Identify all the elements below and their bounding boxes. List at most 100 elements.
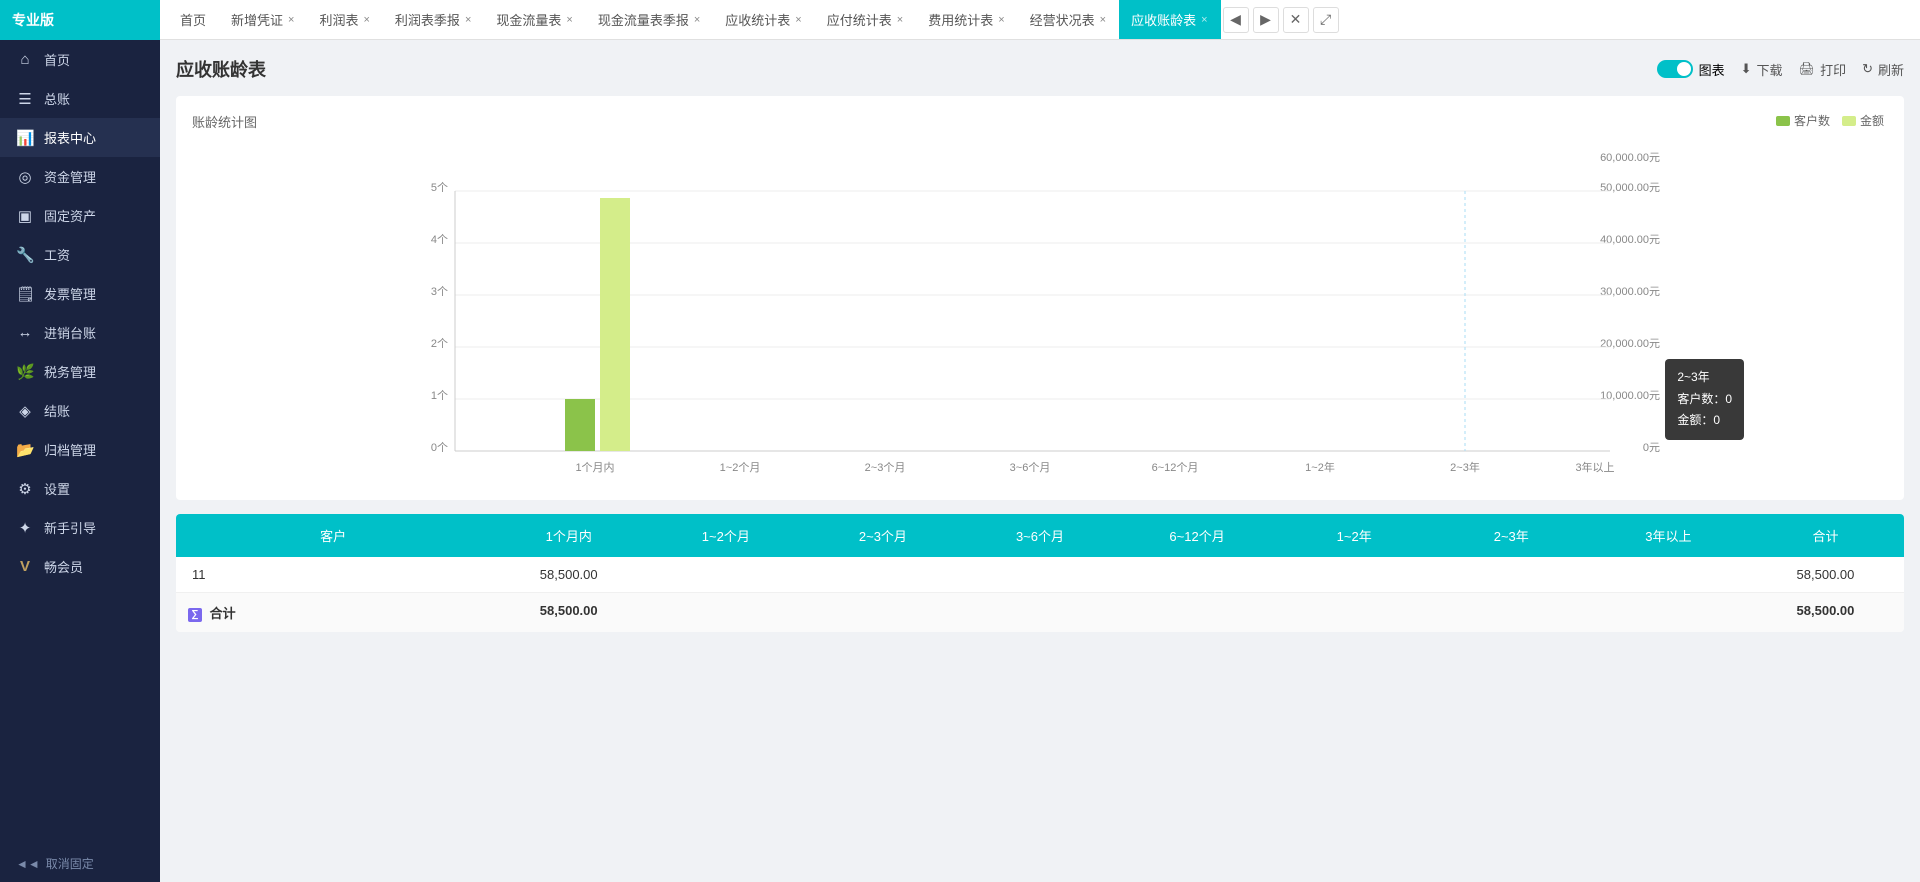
th-m12: 1~2个月: [647, 514, 804, 557]
svg-text:0元: 0元: [1643, 442, 1660, 454]
tab-profit-quarter-close[interactable]: ×: [465, 14, 471, 26]
chart-container: 账龄统计图 客户数 金额 0个 1个 2个 3个 4个 5个: [176, 96, 1904, 500]
sidebar-item-home[interactable]: ⌂ 首页: [0, 40, 160, 79]
tab-home[interactable]: 首页: [168, 0, 219, 39]
td-y23: [1433, 557, 1590, 592]
svg-text:10,000.00元: 10,000.00元: [1600, 390, 1660, 402]
sidebar-item-salary[interactable]: 🔧 工资: [0, 235, 160, 274]
td-total: 58,500.00: [1747, 557, 1904, 592]
sidebar-item-invoice[interactable]: 🗒 发票管理: [0, 274, 160, 313]
toggle-track[interactable]: [1657, 60, 1693, 78]
sidebar-item-archive[interactable]: 📂 归档管理: [0, 430, 160, 469]
sidebar-item-settings[interactable]: ⚙ 设置: [0, 469, 160, 508]
svg-text:4个: 4个: [431, 233, 448, 246]
print-label: 打印: [1820, 60, 1846, 79]
td-y3plus: [1590, 557, 1747, 592]
tab-profit[interactable]: 利润表 ×: [307, 0, 382, 39]
download-icon: ⬇: [1741, 61, 1752, 77]
tab-cashflow-quarter[interactable]: 现金流量表季报 ×: [586, 0, 713, 39]
tab-scroll-left[interactable]: ◀: [1223, 7, 1249, 33]
invoice-icon: 🗒: [16, 285, 34, 303]
tax-icon: 🌿: [16, 363, 34, 381]
td-total-m612: [1119, 593, 1276, 632]
td-total-y12: [1276, 593, 1433, 632]
tab-expand[interactable]: ⤢: [1313, 7, 1339, 33]
refresh-button[interactable]: ↻ 刷新: [1862, 60, 1904, 79]
tab-receivable-stat-close[interactable]: ×: [795, 14, 801, 26]
svg-text:3个: 3个: [431, 285, 448, 298]
chart-title: 账龄统计图: [192, 112, 1888, 131]
download-button[interactable]: ⬇ 下载: [1741, 60, 1783, 79]
sidebar-item-label: 总账: [44, 89, 70, 108]
report-icon: 📊: [16, 129, 34, 147]
tab-expense-stat[interactable]: 费用统计表 ×: [916, 0, 1017, 39]
print-button[interactable]: 🖨 打印: [1799, 60, 1847, 79]
th-m36: 3~6个月: [961, 514, 1118, 557]
inventory-icon: ↔: [16, 324, 34, 341]
legend-amount-color: [1842, 116, 1856, 126]
sidebar-item-label: 工资: [44, 245, 70, 264]
svg-text:6~12个月: 6~12个月: [1152, 461, 1199, 474]
tab-cashflow-quarter-label: 现金流量表季报: [598, 10, 689, 29]
sidebar-item-settle[interactable]: ◈ 结账: [0, 391, 160, 430]
svg-text:40,000.00元: 40,000.00元: [1600, 234, 1660, 246]
tab-scroll-right[interactable]: ▶: [1253, 7, 1279, 33]
tab-voucher[interactable]: 新增凭证 ×: [219, 0, 307, 39]
tab-profit-quarter[interactable]: 利润表季报 ×: [383, 0, 484, 39]
tab-voucher-close[interactable]: ×: [288, 14, 294, 26]
tab-cashflow-close[interactable]: ×: [566, 14, 572, 26]
tab-operation-stat[interactable]: 经营状况表 ×: [1018, 0, 1119, 39]
tab-payable-stat[interactable]: 应付统计表 ×: [815, 0, 916, 39]
sidebar-pin-toggle[interactable]: ◄◄ 取消固定: [0, 845, 160, 882]
bar-customer-1: [565, 399, 595, 451]
tab-profit-quarter-label: 利润表季报: [395, 10, 460, 29]
chart-legend: 客户数 金额: [1776, 112, 1884, 129]
th-y12: 1~2年: [1276, 514, 1433, 557]
download-label: 下载: [1757, 60, 1783, 79]
sidebar-item-label: 新手引导: [44, 518, 96, 537]
sidebar-item-member[interactable]: V 畅会员: [0, 547, 160, 586]
sidebar-item-report[interactable]: 📊 报表中心: [0, 118, 160, 157]
tab-receivable-stat[interactable]: 应收统计表 ×: [713, 0, 814, 39]
sidebar-item-inventory[interactable]: ↔ 进销台账: [0, 313, 160, 352]
sidebar-item-label: 归档管理: [44, 440, 96, 459]
refresh-label: 刷新: [1878, 60, 1904, 79]
sidebar-item-label: 资金管理: [44, 167, 96, 186]
tab-profit-close[interactable]: ×: [363, 14, 369, 26]
sidebar-item-ledger[interactable]: ☰ 总账: [0, 79, 160, 118]
sidebar-item-fund[interactable]: ◎ 资金管理: [0, 157, 160, 196]
td-m1: 58,500.00: [490, 557, 647, 592]
tab-close-all[interactable]: ✕: [1283, 7, 1309, 33]
tab-cashflow-quarter-close[interactable]: ×: [694, 14, 700, 26]
td-total-sum: 58,500.00: [1747, 593, 1904, 632]
chart-svg: 0个 1个 2个 3个 4个 5个 0元 10,000.00元 20,000.0…: [192, 141, 1888, 481]
td-customer-name: 11: [176, 557, 490, 592]
tab-cashflow[interactable]: 现金流量表 ×: [484, 0, 585, 39]
pin-label: 取消固定: [46, 855, 94, 872]
sidebar-item-assets[interactable]: ▣ 固定资产: [0, 196, 160, 235]
sidebar-item-label: 首页: [44, 50, 70, 69]
svg-text:3~6个月: 3~6个月: [1010, 461, 1051, 474]
assets-icon: ▣: [16, 207, 34, 225]
sidebar-item-tax[interactable]: 🌿 税务管理: [0, 352, 160, 391]
tab-receivable-age[interactable]: 应收账龄表 ×: [1119, 0, 1220, 39]
tab-payable-stat-close[interactable]: ×: [897, 14, 903, 26]
sidebar-item-guide[interactable]: ✦ 新手引导: [0, 508, 160, 547]
bar-amount-1: [600, 198, 630, 451]
chart-tooltip: 2~3年 客户数：0 金额：0: [1665, 359, 1744, 440]
th-m23: 2~3个月: [804, 514, 961, 557]
tab-expense-stat-label: 费用统计表: [928, 10, 993, 29]
table-total-row: ∑ 合计 58,500.00 58,500.00: [176, 593, 1904, 632]
page-title: 应收账龄表: [176, 56, 266, 82]
member-icon: V: [16, 558, 34, 575]
tab-operation-stat-close[interactable]: ×: [1100, 14, 1106, 26]
home-icon: ⌂: [16, 51, 34, 68]
tab-expense-stat-close[interactable]: ×: [998, 14, 1004, 26]
sidebar-item-label: 发票管理: [44, 284, 96, 303]
td-total-label: ∑ 合计: [176, 593, 490, 632]
td-total-m12: [647, 593, 804, 632]
tab-receivable-age-close[interactable]: ×: [1201, 14, 1207, 26]
chart-toggle[interactable]: 图表: [1657, 60, 1725, 79]
guide-icon: ✦: [16, 519, 34, 537]
td-total-m23: [804, 593, 961, 632]
